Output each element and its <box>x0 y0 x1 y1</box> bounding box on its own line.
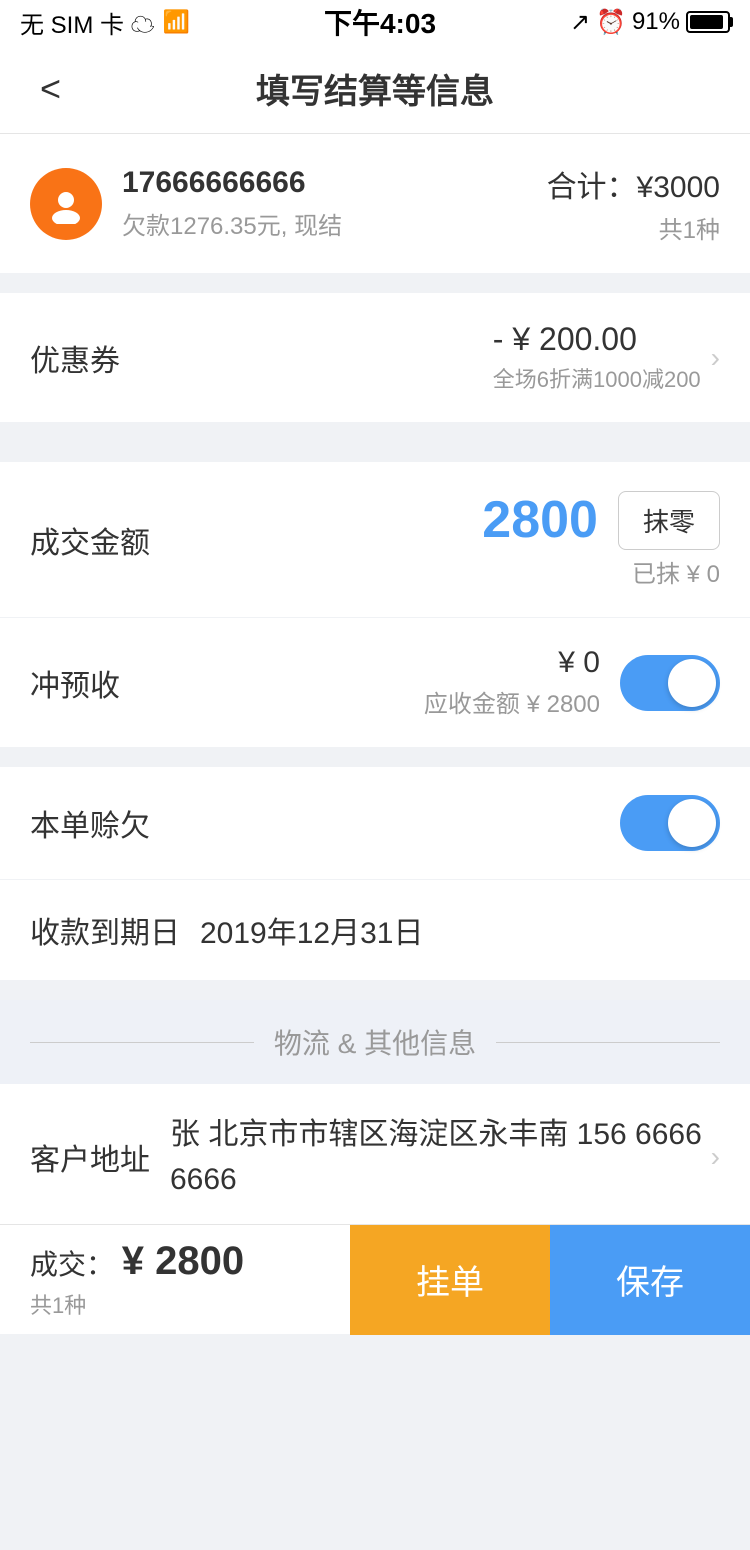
logistics-line-left <box>30 1042 254 1043</box>
alarm-icon: ⏰ <box>596 8 626 37</box>
chongyu-toggle[interactable] <box>620 655 720 711</box>
deal-amount-label: 成交金额 <box>30 518 150 562</box>
chongyu-right: ¥ 0 应收金额 ¥ 2800 <box>424 646 600 719</box>
amount-right: 2800 抹零 <box>482 490 720 550</box>
coupon-arrow-icon: › <box>711 342 720 374</box>
bendan-toggle-knob <box>668 799 716 847</box>
address-value: 张 北京市市辖区海淀区永丰南 156 6666 6666 <box>170 1112 711 1202</box>
user-left: 17666666666 欠款1276.35元, 现结 <box>30 166 342 241</box>
chongyu-receivable: 应收金额 ¥ 2800 <box>424 684 600 719</box>
coupon-discount: - ¥ 200.00 <box>493 321 701 358</box>
section-divider-1 <box>0 442 750 462</box>
status-right: ↗ ⏰ 91% <box>570 8 730 37</box>
battery-text: 91% <box>632 8 680 36</box>
due-date-label: 收款到期日 <box>30 908 180 952</box>
form-section: 成交金额 2800 抹零 已抹 ¥ 0 冲预收 ¥ 0 应收金额 ¥ 2800 <box>0 462 750 747</box>
chongyu-label: 冲预收 <box>30 661 120 705</box>
bottom-deal-label: 成交： <box>30 1249 114 1280</box>
bottom-bar: 成交： ¥ 2800 共1种 挂单 保存 <box>0 1224 750 1334</box>
due-date-value: 2019年12月31日 <box>200 908 423 952</box>
bottom-actions: 挂单 保存 <box>350 1225 750 1335</box>
bottom-deal-line: 成交： ¥ 2800 <box>30 1239 320 1284</box>
no-sim-text: 无 SIM 卡 ☁ <box>20 5 155 40</box>
amount-sub: 已抹 ¥ 0 <box>632 554 720 589</box>
date-row: 收款到期日 2019年12月31日 <box>0 879 750 980</box>
toggle-knob <box>668 659 716 707</box>
user-phone: 17666666666 <box>122 166 342 200</box>
coupon-desc: 全场6折满1000减200 <box>493 362 701 394</box>
address-label: 客户地址 <box>30 1135 150 1179</box>
bendan-label: 本单赊欠 <box>30 801 150 845</box>
total-amount: 合计：¥3000 <box>547 162 720 206</box>
bottom-amount: ¥ 2800 <box>122 1239 244 1283</box>
bottom-summary: 成交： ¥ 2800 共1种 <box>0 1239 350 1320</box>
round-button[interactable]: 抹零 <box>618 491 720 550</box>
user-right: 合计：¥3000 共1种 <box>547 162 720 245</box>
logistics-line-right <box>496 1042 720 1043</box>
chongyu-amount: ¥ 0 <box>424 646 600 680</box>
nav-bar: < 填写结算等信息 <box>0 44 750 134</box>
user-info: 17666666666 欠款1276.35元, 现结 <box>122 166 342 241</box>
address-row[interactable]: 客户地址 张 北京市市辖区海淀区永丰南 156 6666 6666 › <box>0 1084 750 1230</box>
location-icon: ↗ <box>570 8 590 37</box>
hang-button[interactable]: 挂单 <box>350 1225 550 1335</box>
user-debt: 欠款1276.35元, 现结 <box>122 206 342 241</box>
chongyu-row: 冲预收 ¥ 0 应收金额 ¥ 2800 <box>0 618 750 747</box>
logistics-title: 物流 & 其他信息 <box>274 1022 476 1062</box>
deal-amount-row: 成交金额 2800 抹零 已抹 ¥ 0 <box>0 462 750 618</box>
address-arrow-icon: › <box>711 1141 720 1173</box>
content-area: 17666666666 欠款1276.35元, 现结 合计：¥3000 共1种 … <box>0 134 750 1550</box>
status-bar: 无 SIM 卡 ☁ 📶 下午4:03 ↗ ⏰ 91% <box>0 0 750 44</box>
coupon-label: 优惠券 <box>30 336 120 380</box>
amount-value: 2800 <box>482 490 598 550</box>
bendan-toggle[interactable] <box>620 795 720 851</box>
page-title: 填写结算等信息 <box>256 64 494 113</box>
total-count: 共1种 <box>547 210 720 245</box>
avatar <box>30 168 102 240</box>
wifi-icon: 📶 <box>163 9 190 35</box>
bendan-row: 本单赊欠 <box>0 767 750 879</box>
bottom-count: 共1种 <box>30 1288 320 1320</box>
save-button[interactable]: 保存 <box>550 1225 750 1335</box>
battery-icon <box>686 11 730 33</box>
back-button[interactable]: < <box>30 58 71 120</box>
status-left: 无 SIM 卡 ☁ 📶 <box>20 5 190 40</box>
coupon-row[interactable]: 优惠券 - ¥ 200.00 全场6折满1000减200 › <box>0 293 750 422</box>
section-divider-2 <box>0 747 750 767</box>
user-card: 17666666666 欠款1276.35元, 现结 合计：¥3000 共1种 <box>0 134 750 273</box>
status-time: 下午4:03 <box>324 2 436 42</box>
coupon-right: - ¥ 200.00 全场6折满1000减200 › <box>493 321 720 394</box>
logistics-header: 物流 & 其他信息 <box>0 1000 750 1084</box>
